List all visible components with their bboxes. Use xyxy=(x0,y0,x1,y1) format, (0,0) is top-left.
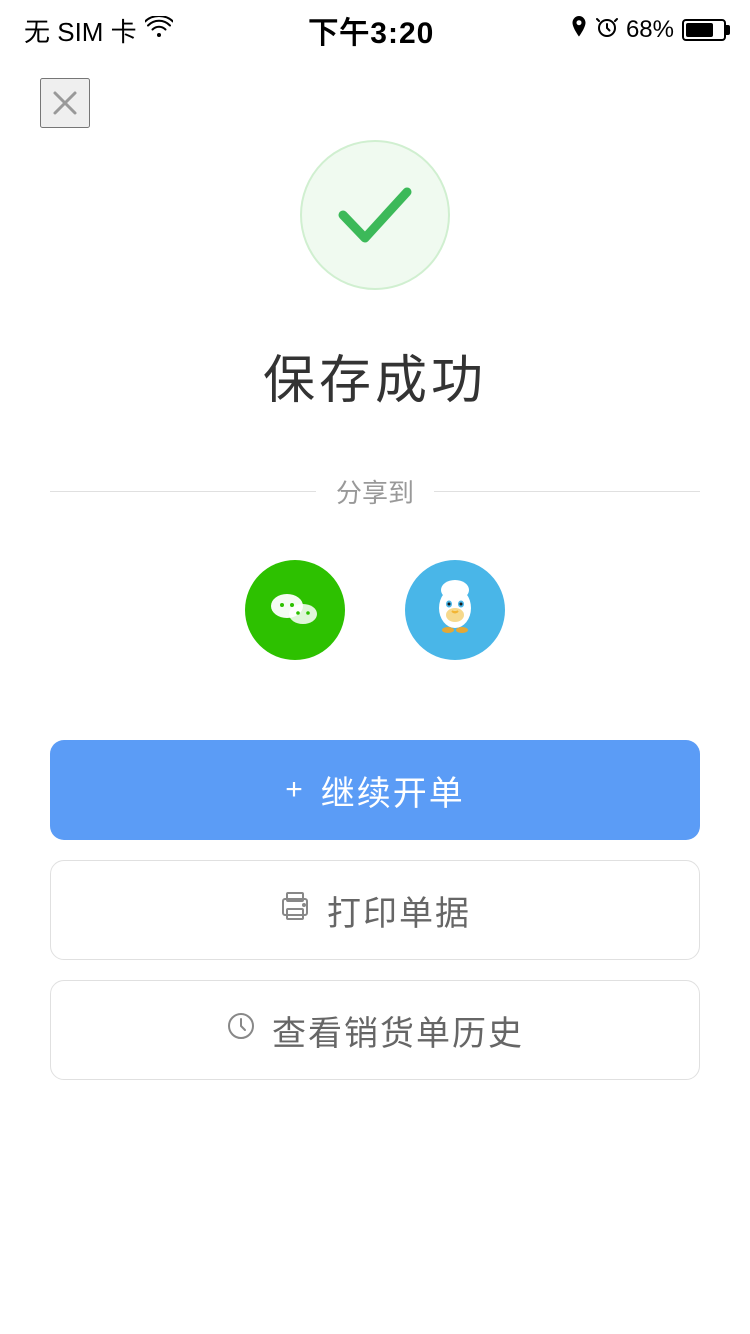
history-button[interactable]: 查看销货单历史 xyxy=(50,980,700,1080)
share-icons-row xyxy=(245,560,505,660)
qq-share-button[interactable] xyxy=(405,560,505,660)
history-label: 查看销货单历史 xyxy=(272,1006,524,1055)
battery-icon xyxy=(682,19,726,41)
continue-order-button[interactable]: + 继续开单 xyxy=(50,740,700,840)
status-time: 下午3:20 xyxy=(308,8,434,52)
print-icon xyxy=(279,891,311,929)
success-title: 保存成功 xyxy=(263,338,487,413)
print-button[interactable]: 打印单据 xyxy=(50,860,700,960)
plus-icon: + xyxy=(285,773,305,807)
share-label: 分享到 xyxy=(336,473,414,510)
history-icon xyxy=(226,1011,256,1049)
share-divider: 分享到 xyxy=(50,473,700,510)
divider-line-left xyxy=(50,491,316,492)
success-icon-circle xyxy=(300,140,450,290)
battery-percentage: 68% xyxy=(626,16,674,44)
status-bar: 无 SIM 卡 下午3:20 68% xyxy=(0,0,750,60)
status-right: 68% xyxy=(570,16,726,45)
status-left: 无 SIM 卡 xyxy=(24,12,173,49)
print-label: 打印单据 xyxy=(327,886,471,935)
action-buttons: + 继续开单 打印单据 查看销货单历史 xyxy=(50,740,700,1080)
close-button[interactable] xyxy=(40,78,90,128)
sim-status: 无 SIM 卡 xyxy=(24,12,137,49)
main-content: 保存成功 分享到 xyxy=(0,60,750,1080)
alarm-icon xyxy=(596,16,618,45)
location-icon xyxy=(570,16,588,45)
continue-order-label: 继续开单 xyxy=(321,766,465,815)
divider-line-right xyxy=(434,491,700,492)
wifi-icon xyxy=(145,16,173,45)
wechat-share-button[interactable] xyxy=(245,560,345,660)
